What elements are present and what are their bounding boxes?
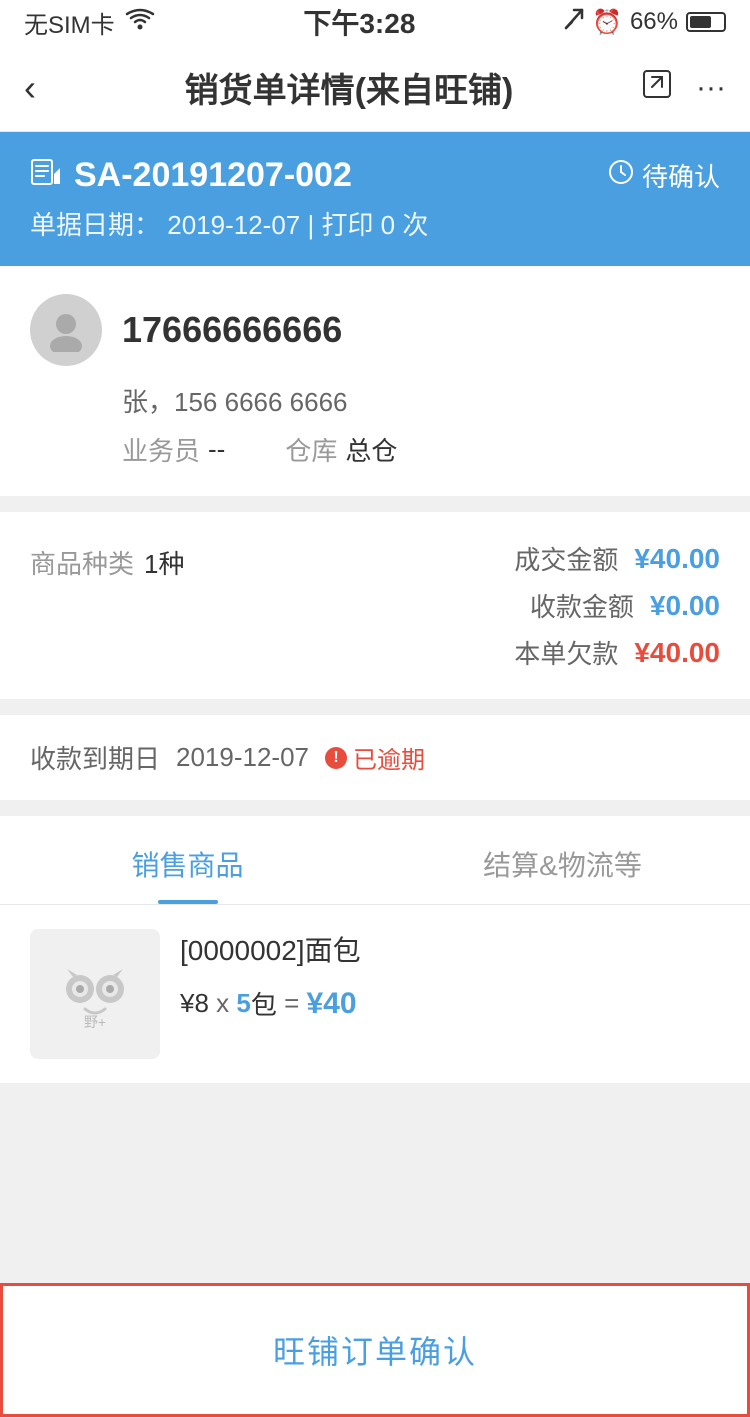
category-value: 1种 <box>144 544 184 581</box>
status-bar: 无SIM卡 下午3:28 ⏰ 66% <box>0 0 750 44</box>
share-button[interactable] <box>642 69 672 107</box>
price-unit-label: 包 <box>251 985 277 1022</box>
receipt-value: ¥0.00 <box>650 590 720 622</box>
customer-meta: 业务员 -- 仓库 总仓 <box>30 431 720 468</box>
sales-value: -- <box>208 434 225 465</box>
tab-settlement[interactable]: 结算&物流等 <box>375 816 750 904</box>
empty-content-area <box>0 1083 750 1283</box>
receipt-label: 收款金额 <box>530 587 634 624</box>
order-status: 待确认 <box>608 157 720 194</box>
tab-sales[interactable]: 销售商品 <box>0 816 375 904</box>
nav-bar: ‹ 销货单详情(来自旺铺) ··· <box>0 44 750 132</box>
battery-icon <box>686 12 726 32</box>
price-total: ¥40 <box>307 987 357 1021</box>
order-header-banner: SA-20191207-002 待确认 单据日期： 2019-12-07 | 打… <box>0 132 750 266</box>
status-time: 下午3:28 <box>303 2 415 42</box>
summary-section: 商品种类 1种 成交金额 ¥40.00 收款金额 ¥0.00 本单欠款 ¥40.… <box>0 512 750 699</box>
price-equals: = <box>277 988 307 1019</box>
status-right: ⏰ 66% <box>564 8 726 37</box>
price-separator: x <box>209 988 236 1019</box>
alarm-icon: ⏰ <box>592 8 622 37</box>
deal-value: ¥40.00 <box>634 543 720 575</box>
confirm-order-button[interactable]: 旺铺订单确认 <box>33 1306 717 1394</box>
overdue-icon: ! <box>325 747 347 769</box>
overdue-badge: ! 已逾期 <box>325 740 425 775</box>
order-date-row: 单据日期： 2019-12-07 | 打印 0 次 <box>30 205 720 242</box>
due-date-section: 收款到期日 2019-12-07 ! 已逾期 <box>0 715 750 800</box>
wifi-signal-icon <box>125 8 155 37</box>
warehouse-label: 仓库 <box>285 431 337 468</box>
bottom-button-area: 旺铺订单确认 <box>0 1283 750 1417</box>
nav-actions: ··· <box>642 69 726 107</box>
customer-phone: 17666666666 <box>122 309 342 351</box>
battery-percentage: 66% <box>630 8 678 36</box>
due-date-value: 2019-12-07 <box>176 742 309 773</box>
products-section: 野+ [0000002]面包 ¥8 x 5 包 = ¥40 <box>0 905 750 1083</box>
customer-name-phone: 张，156 6666 6666 <box>30 382 720 419</box>
more-button[interactable]: ··· <box>696 71 726 105</box>
product-item: 野+ [0000002]面包 ¥8 x 5 包 = ¥40 <box>30 929 720 1059</box>
order-id: SA-20191207-002 <box>30 156 352 195</box>
overdue-label: 已逾期 <box>353 740 425 775</box>
warehouse-value: 总仓 <box>345 431 397 468</box>
debt-label: 本单欠款 <box>514 634 618 671</box>
due-label: 收款到期日 <box>30 739 160 776</box>
tab-bar: 销售商品 结算&物流等 <box>0 816 750 905</box>
page-title: 销货单详情(来自旺铺) <box>56 63 642 112</box>
amounts-info: 成交金额 ¥40.00 收款金额 ¥0.00 本单欠款 ¥40.00 <box>230 540 720 671</box>
customer-section: 17666666666 张，156 6666 6666 业务员 -- 仓库 总仓 <box>0 266 750 496</box>
svg-text:野+: 野+ <box>84 1014 106 1029</box>
back-button[interactable]: ‹ <box>24 70 36 106</box>
deal-label: 成交金额 <box>514 540 618 577</box>
product-details: [0000002]面包 ¥8 x 5 包 = ¥40 <box>180 929 720 1022</box>
product-thumbnail: 野+ <box>30 929 160 1059</box>
price-unit: ¥8 <box>180 988 209 1019</box>
avatar <box>30 294 102 366</box>
price-qty: 5 <box>236 988 250 1019</box>
order-id-icon <box>30 156 62 195</box>
status-clock-icon <box>608 159 634 192</box>
debt-value: ¥40.00 <box>634 637 720 669</box>
location-icon <box>564 8 584 37</box>
carrier-label: 无SIM卡 <box>24 5 115 40</box>
status-left: 无SIM卡 <box>24 5 155 40</box>
category-info: 商品种类 1种 <box>30 540 230 581</box>
category-label: 商品种类 <box>30 544 134 581</box>
product-price-row: ¥8 x 5 包 = ¥40 <box>180 985 720 1022</box>
product-name: [0000002]面包 <box>180 929 720 969</box>
sales-label: 业务员 <box>122 431 200 468</box>
